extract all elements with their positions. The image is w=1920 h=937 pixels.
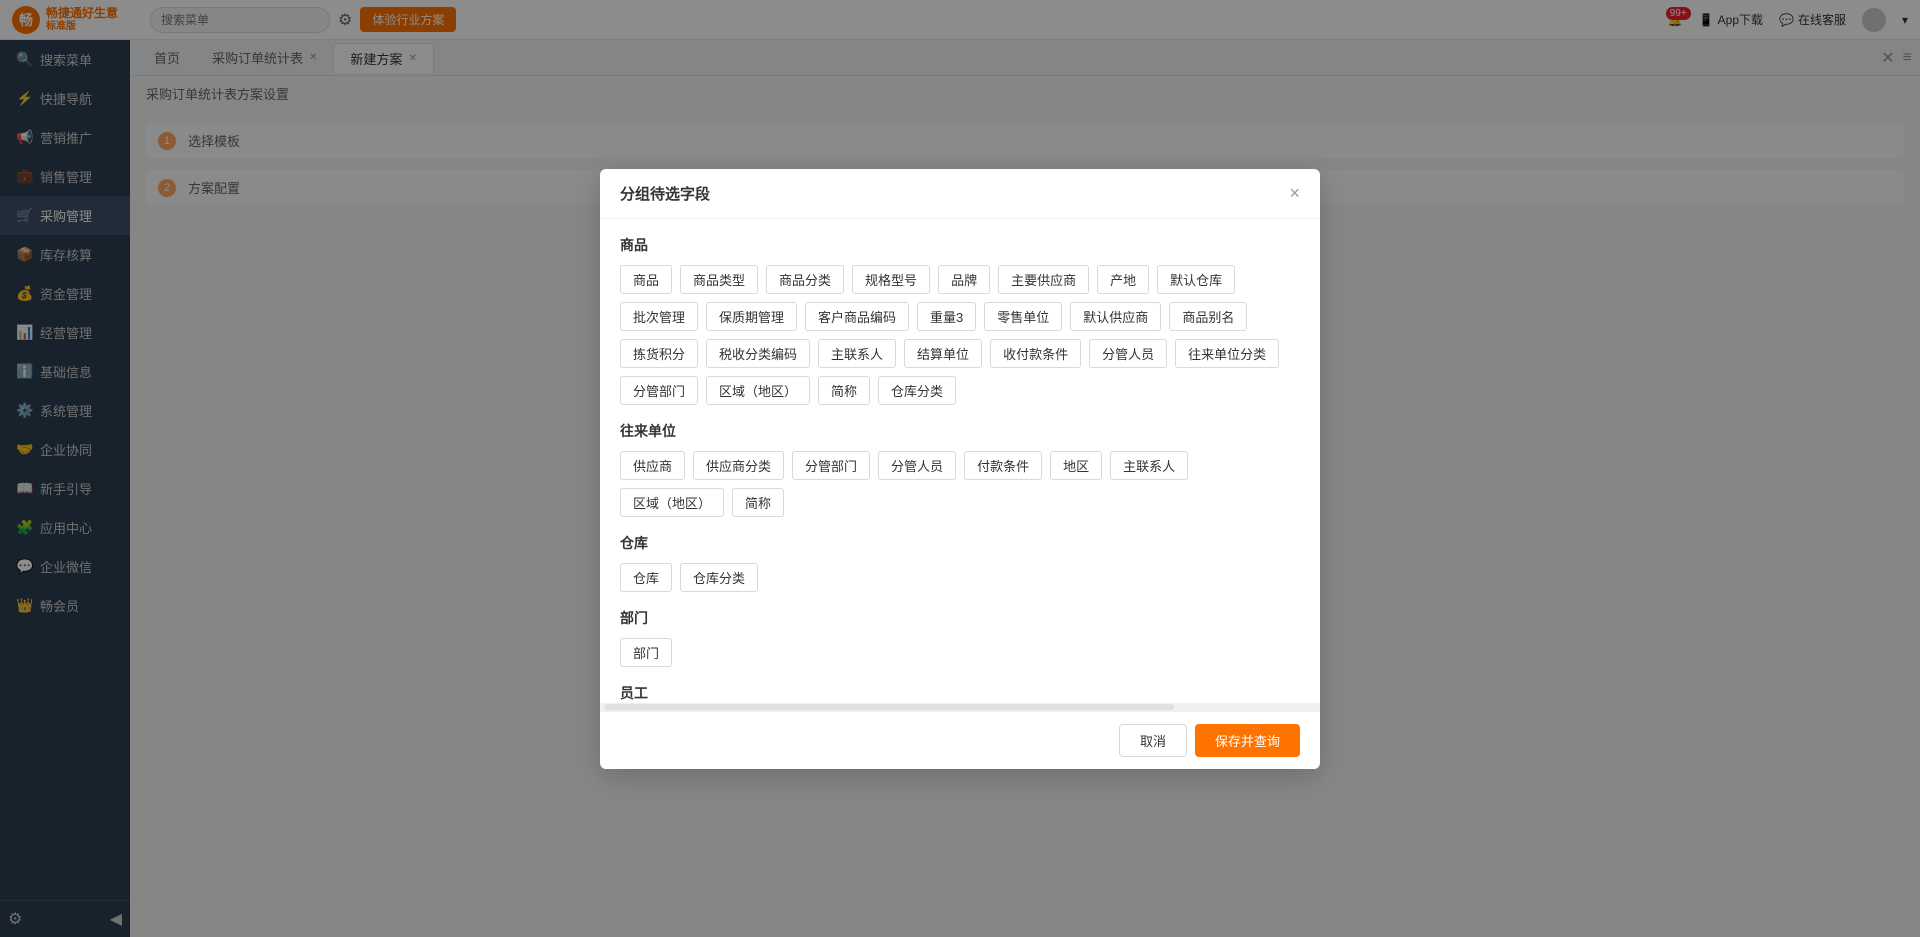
field-tag[interactable]: 仓库分类 [878,376,956,405]
modal-close-btn[interactable]: × [1289,183,1300,204]
section-title-部门: 部门 [620,608,1300,628]
field-tag[interactable]: 仓库分类 [680,563,758,592]
confirm-button[interactable]: 保存并查询 [1195,724,1300,757]
field-tag[interactable]: 拣货积分 [620,339,698,368]
field-tag[interactable]: 地区 [1050,451,1102,480]
field-grid-往来单位: 供应商供应商分类分管部门分管人员付款条件地区主联系人区域（地区） 简称 [620,451,1300,517]
modal-header: 分组待选字段 × [600,169,1320,219]
field-tag[interactable]: 分管部门 [792,451,870,480]
field-tag[interactable]: 商品 [620,265,672,294]
field-tag[interactable]: 分管人员 [1089,339,1167,368]
field-tag[interactable]: 商品别名 [1169,302,1247,331]
section-title-仓库: 仓库 [620,533,1300,553]
modal-footer: 取消 保存并查询 [600,711,1320,769]
field-tag[interactable]: 仓库 [620,563,672,592]
modal-title: 分组待选字段 [620,183,710,204]
field-tag[interactable]: 部门 [620,638,672,667]
field-tag[interactable]: 供应商 [620,451,685,480]
field-tag[interactable]: 品牌 [938,265,990,294]
section-title-商品: 商品 [620,235,1300,255]
field-grid-部门: 部门 [620,638,1300,667]
field-tag[interactable]: 区域（地区） [706,376,810,405]
field-tag[interactable]: 主联系人 [818,339,896,368]
section-title-往来单位: 往来单位 [620,421,1300,441]
field-tag[interactable]: 客户商品编码 [805,302,909,331]
field-tag[interactable]: 税收分类编码 [706,339,810,368]
field-tag[interactable]: 区域（地区） [620,488,724,517]
field-tag[interactable]: 规格型号 [852,265,930,294]
field-tag[interactable]: 往来单位分类 [1175,339,1279,368]
field-tag[interactable]: 简称 [732,488,784,517]
field-tag[interactable]: 简称 [818,376,870,405]
modal-overlay: 分组待选字段 × 商品商品商品类型商品分类规格型号品牌主要供应商产地默认仓库批次… [0,0,1920,937]
cancel-button[interactable]: 取消 [1119,724,1187,757]
field-tag[interactable]: 零售单位 [984,302,1062,331]
field-tag[interactable]: 批次管理 [620,302,698,331]
field-tag[interactable]: 商品分类 [766,265,844,294]
field-grid-仓库: 仓库仓库分类 [620,563,1300,592]
field-tag[interactable]: 默认供应商 [1070,302,1161,331]
field-tag[interactable]: 分管人员 [878,451,956,480]
field-grid-商品: 商品商品类型商品分类规格型号品牌主要供应商产地默认仓库批次管理保质期管理客户商品… [620,265,1300,405]
bottom-scrollbar [600,703,1320,711]
bottom-scrollbar-track [604,704,1316,710]
field-tag[interactable]: 主要供应商 [998,265,1089,294]
modal-dialog: 分组待选字段 × 商品商品商品类型商品分类规格型号品牌主要供应商产地默认仓库批次… [600,169,1320,769]
field-tag[interactable]: 重量3 [917,302,976,331]
field-tag[interactable]: 付款条件 [964,451,1042,480]
modal-body: 商品商品商品类型商品分类规格型号品牌主要供应商产地默认仓库批次管理保质期管理客户… [600,219,1320,703]
field-tag[interactable]: 默认仓库 [1157,265,1235,294]
section-title-员工: 员工 [620,683,1300,703]
bottom-scrollbar-thumb [604,704,1174,710]
field-tag[interactable]: 保质期管理 [706,302,797,331]
field-tag[interactable]: 商品类型 [680,265,758,294]
field-tag[interactable]: 主联系人 [1110,451,1188,480]
field-tag[interactable]: 结算单位 [904,339,982,368]
field-tag[interactable]: 供应商分类 [693,451,784,480]
field-tag[interactable]: 收付款条件 [990,339,1081,368]
field-tag[interactable]: 产地 [1097,265,1149,294]
field-tag[interactable]: 分管部门 [620,376,698,405]
